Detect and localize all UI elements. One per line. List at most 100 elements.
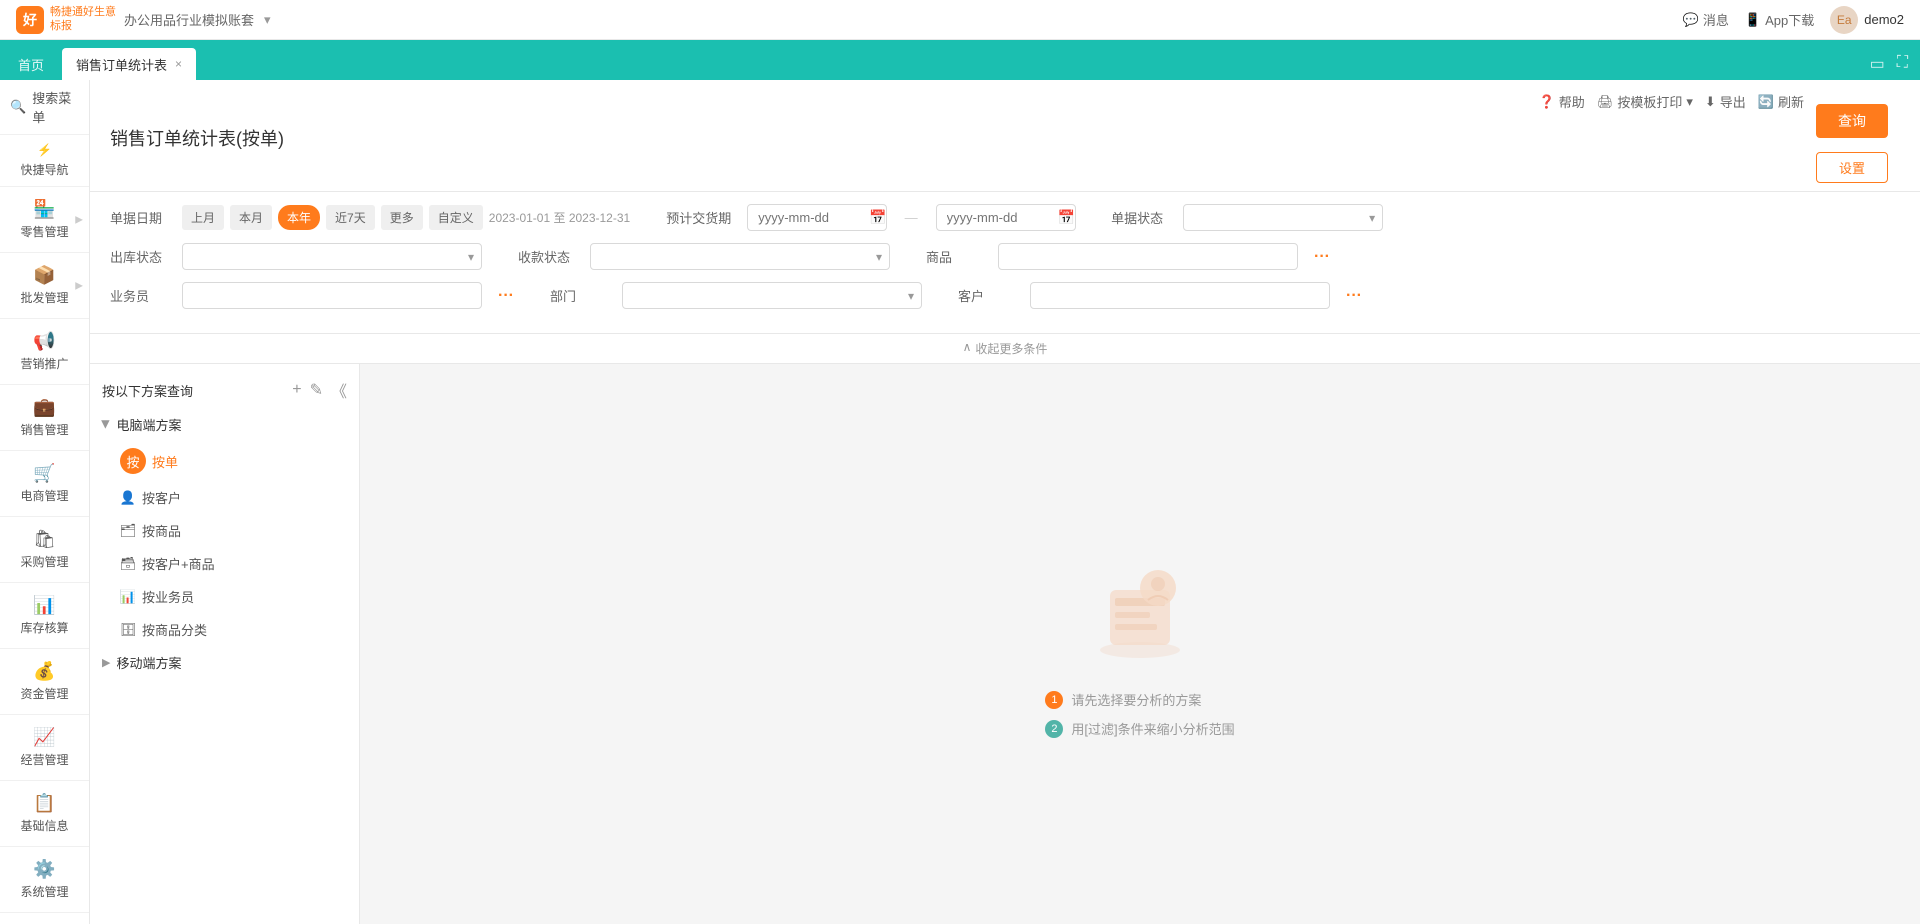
sales-person-more-icon[interactable]: ··· bbox=[498, 287, 514, 305]
user-menu[interactable]: Ea demo2 bbox=[1830, 6, 1904, 34]
marketing-icon: 📢 bbox=[33, 331, 55, 352]
sidebar-search[interactable]: 🔍 搜索菜单 bbox=[0, 80, 89, 135]
delivery-start-input[interactable] bbox=[747, 204, 887, 231]
empty-state: 1 请先选择要分析的方案 2 用[过滤]条件来缩小分析范围 bbox=[1045, 550, 1234, 738]
tip-1-number: 1 bbox=[1045, 691, 1063, 709]
tree-group-pc-header[interactable]: ▶ 电脑端方案 bbox=[90, 408, 359, 441]
sidebar-item-enterprise[interactable]: 🏢 企业协同 bbox=[0, 913, 89, 924]
custom-date-btn[interactable]: 自定义 bbox=[429, 205, 483, 230]
tree-item-by-goods[interactable]: 🗂 按商品 bbox=[100, 514, 359, 547]
sidebar-item-sales[interactable]: 💼 销售管理 bbox=[0, 385, 89, 451]
refresh-button[interactable]: 🔄 刷新 bbox=[1758, 92, 1804, 111]
delivery-end-input[interactable] bbox=[936, 204, 1076, 231]
collapse-label: 收起更多条件 bbox=[975, 340, 1047, 357]
app-download-button[interactable]: 📱 App下载 bbox=[1745, 10, 1814, 29]
sidebar-item-quick-nav[interactable]: ⚡ 快捷导航 bbox=[0, 135, 89, 187]
expected-delivery-start: 📅 bbox=[747, 204, 886, 231]
sidebar-item-basic-info[interactable]: 📋 基础信息 bbox=[0, 781, 89, 847]
help-button[interactable]: ❓ 帮助 bbox=[1539, 92, 1585, 111]
customer-scheme-icon: 👤 bbox=[120, 490, 136, 506]
tip-2-text: 用[过滤]条件来缩小分析范围 bbox=[1071, 719, 1234, 738]
tree-group-pc-label: 电脑端方案 bbox=[116, 415, 181, 434]
main-layout: 🔍 搜索菜单 ⚡ 快捷导航 🏪 零售管理 📦 批发管理 📢 营销推广 💼 销售管… bbox=[0, 80, 1920, 924]
sidebar-item-ecommerce[interactable]: 🛒 电商管理 bbox=[0, 451, 89, 517]
active-dot-icon: 按 bbox=[120, 448, 146, 474]
add-scheme-button[interactable]: + bbox=[292, 381, 301, 399]
basic-info-icon: 📋 bbox=[33, 793, 55, 814]
sales-person-input[interactable] bbox=[182, 282, 482, 309]
tree-group-mobile: ▶ 移动端方案 bbox=[90, 646, 359, 679]
tree-item-by-salesperson[interactable]: 📊 按业务员 bbox=[100, 580, 359, 613]
top-bar: 好 畅捷通好生意 标报 办公用品行业模拟账套 ▾ 💬 消息 📱 App下载 Ea… bbox=[0, 0, 1920, 40]
current-year-btn[interactable]: 本年 bbox=[278, 205, 320, 230]
print-dropdown-icon: ▾ bbox=[1686, 94, 1693, 110]
sidebar-item-marketing[interactable]: 📢 营销推广 bbox=[0, 319, 89, 385]
message-button[interactable]: 💬 消息 bbox=[1683, 10, 1729, 29]
last7days-btn[interactable]: 近7天 bbox=[326, 205, 375, 230]
sidebar-item-retail[interactable]: 🏪 零售管理 bbox=[0, 187, 89, 253]
sidebar-item-inventory[interactable]: 📊 库存核算 bbox=[0, 583, 89, 649]
finance-icon: 💰 bbox=[33, 661, 55, 682]
outbound-status-label: 出库状态 bbox=[110, 247, 166, 266]
tree-item-by-goods-category[interactable]: 🗄 按商品分类 bbox=[100, 613, 359, 646]
tree-group-pc: ▶ 电脑端方案 按 按单 👤 按客户 bbox=[90, 408, 359, 646]
tab-close-icon[interactable]: × bbox=[175, 57, 182, 71]
filter-row-2: 出库状态 ▾ 收款状态 ▾ 商品 ··· bbox=[110, 243, 1900, 270]
this-month-btn[interactable]: 本月 bbox=[230, 205, 272, 230]
sidebar-item-operations[interactable]: 📈 经营管理 bbox=[0, 715, 89, 781]
left-panel: 按以下方案查询 + ✎ 《 ▶ 电脑端方案 bbox=[90, 364, 360, 924]
refresh-icon: 🔄 bbox=[1758, 94, 1774, 110]
customer-input[interactable] bbox=[1030, 282, 1330, 309]
sales-icon: 💼 bbox=[33, 397, 55, 418]
goods-category-scheme-icon: 🗄 bbox=[120, 622, 136, 638]
page-title: 销售订单统计表(按单) bbox=[110, 125, 284, 151]
query-button[interactable]: 查询 bbox=[1816, 104, 1888, 138]
tree-group-pc-items: 按 按单 👤 按客户 🗂 按商品 bbox=[90, 441, 359, 646]
sidebar-item-finance[interactable]: 💰 资金管理 bbox=[0, 649, 89, 715]
customer-goods-scheme-icon: 🗃 bbox=[120, 556, 136, 572]
tree-item-by-customer-goods[interactable]: 🗃 按客户+商品 bbox=[100, 547, 359, 580]
bill-status-select-wrap: ▾ bbox=[1183, 204, 1383, 231]
department-select[interactable] bbox=[622, 282, 922, 309]
goods-more-icon[interactable]: ··· bbox=[1314, 248, 1330, 266]
message-icon: 💬 bbox=[1683, 12, 1699, 28]
sidebar-item-system[interactable]: ⚙️ 系统管理 bbox=[0, 847, 89, 913]
tree-group-mobile-header[interactable]: ▶ 移动端方案 bbox=[90, 646, 359, 679]
goods-label: 商品 bbox=[926, 247, 982, 266]
page-actions: ❓ 帮助 🖨 按模板打印 ▾ ⬇ 导出 🔄 刷新 bbox=[1539, 92, 1804, 111]
goods-scheme-icon: 🗂 bbox=[120, 523, 136, 539]
bill-status-label: 单据状态 bbox=[1111, 208, 1167, 227]
settings-button[interactable]: 设置 bbox=[1816, 152, 1888, 183]
tab-home[interactable]: 首页 bbox=[4, 48, 58, 80]
bill-status-select[interactable] bbox=[1183, 204, 1383, 231]
tree-arrow-mobile: ▶ bbox=[102, 656, 110, 669]
filter-row-1: 单据日期 上月 本月 本年 近7天 更多 自定义 2023-01-01 至 20… bbox=[110, 204, 1900, 231]
sidebar-item-wholesale[interactable]: 📦 批发管理 bbox=[0, 253, 89, 319]
sidebar-item-purchase[interactable]: 🛍 采购管理 bbox=[0, 517, 89, 583]
tree-arrow-pc: ▶ bbox=[100, 420, 113, 428]
goods-input[interactable] bbox=[998, 243, 1298, 270]
top-bar-right: 💬 消息 📱 App下载 Ea demo2 bbox=[1683, 6, 1904, 34]
tab-bar: 首页 销售订单统计表 × ▭ ⛶ bbox=[0, 40, 1920, 80]
print-button[interactable]: 🖨 按模板打印 ▾ bbox=[1597, 92, 1693, 111]
payment-status-select[interactable] bbox=[590, 243, 890, 270]
empty-tips: 1 请先选择要分析的方案 2 用[过滤]条件来缩小分析范围 bbox=[1045, 690, 1234, 738]
expected-delivery-label: 预计交货期 bbox=[666, 208, 731, 227]
more-date-btn[interactable]: 更多 bbox=[381, 205, 423, 230]
edit-scheme-button[interactable]: ✎ bbox=[310, 380, 323, 400]
last-month-btn[interactable]: 上月 bbox=[182, 205, 224, 230]
customer-more-icon[interactable]: ··· bbox=[1346, 287, 1362, 305]
tab-expand-icon[interactable]: ⛶ bbox=[1897, 54, 1908, 74]
collapse-bar[interactable]: ∧ 收起更多条件 bbox=[90, 334, 1920, 364]
outbound-status-select[interactable] bbox=[182, 243, 482, 270]
empty-tip-2: 2 用[过滤]条件来缩小分析范围 bbox=[1045, 719, 1234, 738]
tree-item-by-order[interactable]: 按 按单 bbox=[100, 441, 359, 481]
department-label: 部门 bbox=[550, 286, 606, 305]
tab-minimize-icon[interactable]: ▭ bbox=[1870, 54, 1885, 74]
title-dropdown-icon[interactable]: ▾ bbox=[264, 12, 271, 28]
tree-item-by-customer[interactable]: 👤 按客户 bbox=[100, 481, 359, 514]
payment-status-label: 收款状态 bbox=[518, 247, 574, 266]
collapse-panel-button[interactable]: 《 bbox=[331, 378, 347, 402]
export-button[interactable]: ⬇ 导出 bbox=[1705, 92, 1746, 111]
tab-sales-order-stats[interactable]: 销售订单统计表 × bbox=[62, 48, 196, 80]
